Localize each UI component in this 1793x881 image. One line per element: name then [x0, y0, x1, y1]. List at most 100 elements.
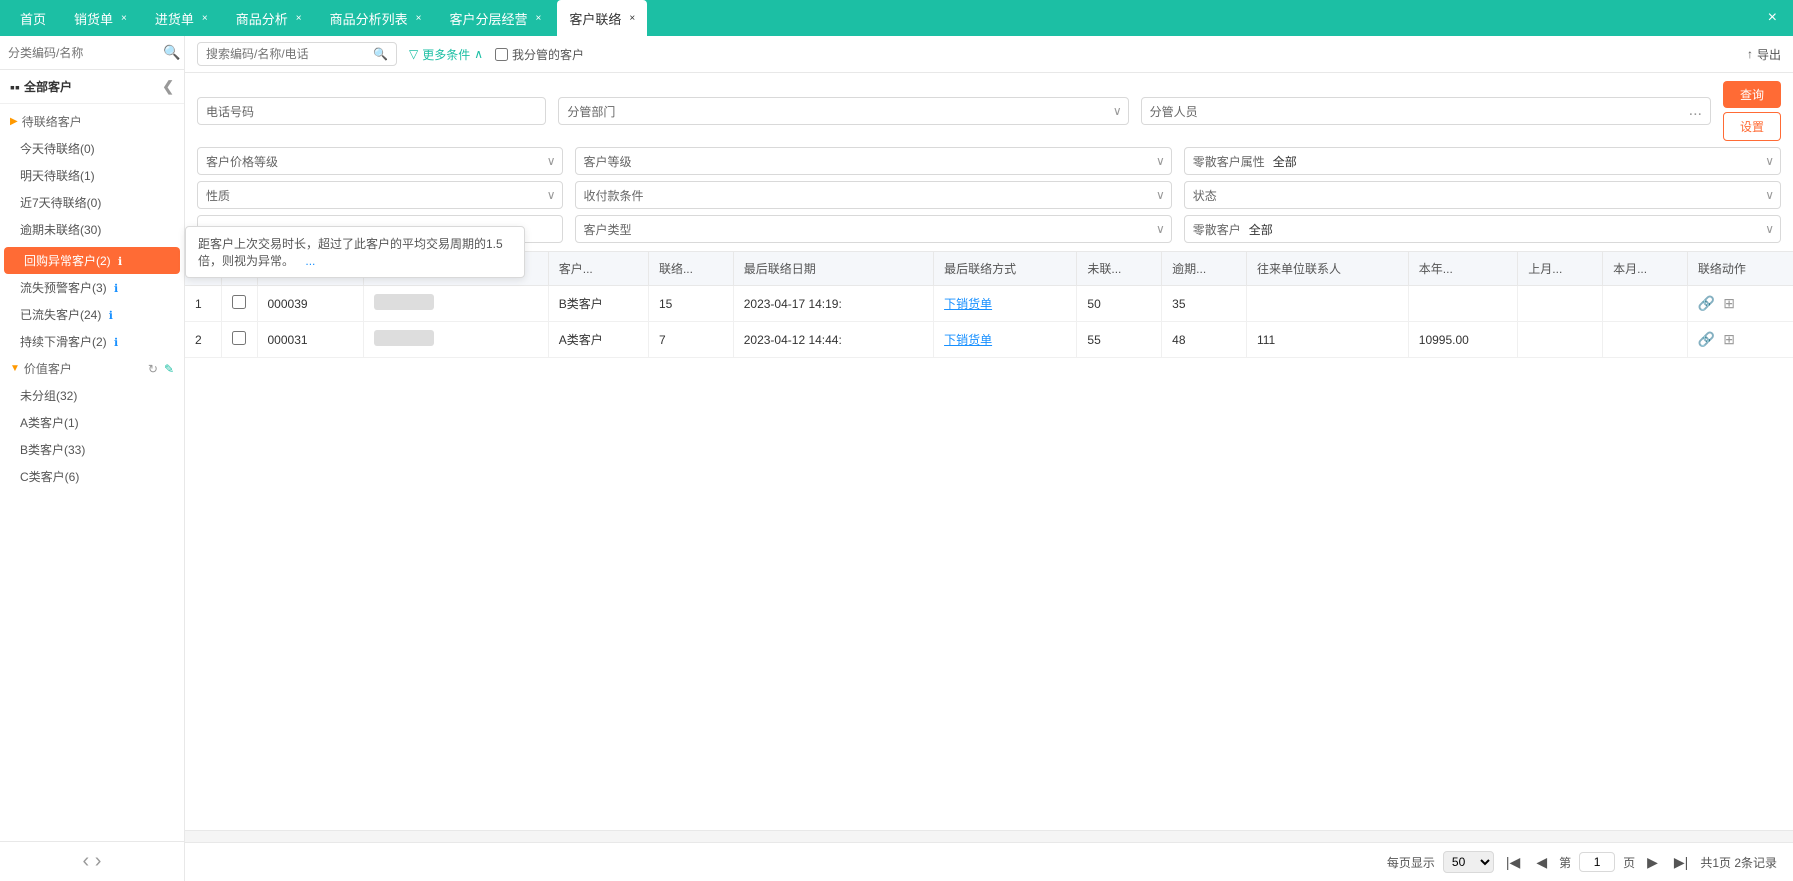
nav-tab-customer-tier[interactable]: 客户分层经营 × [437, 0, 553, 36]
nav-tab-customer-contact-label: 客户联络 [569, 9, 621, 28]
window-close-button[interactable]: × [1760, 5, 1785, 31]
dept-field[interactable]: 分管部门 ∨ [558, 97, 1128, 125]
nav-tab-home[interactable]: 首页 [8, 0, 58, 36]
next-page-btn[interactable]: ▶ [1643, 852, 1662, 873]
settings-button[interactable]: 设置 [1723, 112, 1781, 141]
sidebar-item-b-class[interactable]: B类客户(33) [0, 436, 184, 463]
row1-name-blurred [374, 294, 434, 310]
page-unit-label: 页 [1623, 854, 1635, 871]
filter-row-1: 电话号码 分管部门 ∨ 分管人员 ... 查询 设置 [197, 81, 1781, 141]
sidebar-item-unclassified[interactable]: 未分组(32) [0, 382, 184, 409]
retail-customer-chevron-icon: ∨ [1765, 222, 1774, 236]
nav-tab-customer-contact[interactable]: 客户联络 × [557, 0, 647, 36]
nav-tab-analysis-close[interactable]: × [296, 13, 302, 24]
today-contact-label: 今天待联络(0) [20, 142, 95, 156]
customer-type-label: 客户类型 [584, 221, 632, 238]
price-level-field[interactable]: 客户价格等级 ∨ [197, 147, 563, 175]
filter-actions: 查询 设置 [1723, 81, 1781, 141]
nav-tab-home-label: 首页 [20, 9, 46, 28]
payment-field[interactable]: 收付款条件 ∨ [575, 181, 1172, 209]
row1-this-month [1603, 286, 1688, 322]
prev-page-btn[interactable]: ◀ [1532, 852, 1551, 873]
nav-tab-customer-tier-close[interactable]: × [535, 13, 541, 24]
phone-field[interactable]: 电话号码 [197, 97, 546, 125]
sidebar-item-repurchase-abnormal[interactable]: 回购异常客户(2) ℹ [4, 247, 180, 274]
nav-tab-sales-close[interactable]: × [121, 13, 127, 24]
row1-customer-type: B类客户 [548, 286, 648, 322]
nav-tab-analysis-list[interactable]: 商品分析列表 × [318, 0, 434, 36]
pending-contact-group[interactable]: ▶ 待联络客户 [0, 108, 184, 135]
first-page-btn[interactable]: |◀ [1502, 852, 1524, 873]
export-button[interactable]: ↑ 导出 [1747, 46, 1781, 63]
search-input[interactable] [206, 47, 369, 61]
per-page-label: 每页显示 [1387, 854, 1435, 871]
edit-icon[interactable]: ✎ [164, 362, 174, 376]
content-area: 🔍 ▽ 更多条件 ∧ 我分管的客户 ↑ 导出 电话号码 [185, 36, 1793, 881]
manager-field[interactable]: 分管人员 ... [1141, 97, 1711, 125]
sidebar-bottom-arrow[interactable]: ‹ › [83, 850, 102, 873]
retail-customer-field[interactable]: 零散客户 全部 ∨ [1184, 215, 1781, 243]
dept-label: 分管部门 [567, 103, 615, 120]
page-size-select[interactable]: 50 100 200 [1443, 851, 1494, 873]
sidebar-item-c-class[interactable]: C类客户(6) [0, 463, 184, 490]
row2-select-checkbox[interactable] [232, 331, 246, 345]
row2-code: 000031 [257, 322, 363, 358]
nav-tab-analysis-list-close[interactable]: × [416, 13, 422, 24]
nav-tab-sales[interactable]: 销货单 × [62, 0, 139, 36]
customer-type-field[interactable]: 客户类型 ∨ [575, 215, 1172, 243]
customer-level-label: 客户等级 [584, 153, 632, 170]
table-area: ⚙ 客户编码 客户名称 客户... [185, 252, 1793, 830]
sidebar-item-lost-pre[interactable]: 流失预警客户(3) ℹ [0, 274, 184, 301]
row1-select-checkbox[interactable] [232, 295, 246, 309]
sidebar-collapse-btn[interactable]: ❮ [162, 78, 174, 95]
query-button[interactable]: 查询 [1723, 81, 1781, 108]
nav-tab-customer-contact-close[interactable]: × [629, 13, 635, 24]
nav-tab-sales-label: 销货单 [74, 9, 113, 28]
row2-overdue: 48 [1162, 322, 1247, 358]
manager-dots-btn[interactable]: ... [1689, 102, 1702, 120]
sidebar-item-7days[interactable]: 近7天待联络(0) [0, 189, 184, 216]
price-level-chevron-icon: ∨ [547, 154, 556, 168]
sidebar-item-continuous-down[interactable]: 持续下滑客户(2) ℹ [0, 328, 184, 355]
total-records-label: 共1页 2条记录 [1700, 854, 1777, 871]
my-customers-checkbox[interactable] [495, 48, 508, 61]
status-field[interactable]: 状态 ∨ [1184, 181, 1781, 209]
more-conditions-label: 更多条件 [422, 46, 470, 63]
nav-tab-purchase-close[interactable]: × [202, 13, 208, 24]
row2-action-link-icon[interactable]: 🔗 [1698, 331, 1715, 348]
payment-chevron-icon: ∨ [1156, 188, 1165, 202]
sidebar-item-tomorrow[interactable]: 明天待联络(1) [0, 162, 184, 189]
row1-action-grid-icon[interactable]: ⊞ [1723, 295, 1735, 312]
sidebar-search-icon: 🔍 [163, 44, 180, 61]
refresh-icon[interactable]: ↻ [148, 362, 158, 376]
nav-tab-customer-tier-label: 客户分层经营 [449, 9, 527, 28]
row2-action-icons: 🔗 ⊞ [1698, 331, 1783, 348]
row2-customer-type: A类客户 [548, 322, 648, 358]
sidebar-item-today[interactable]: 今天待联络(0) [0, 135, 184, 162]
customer-level-field[interactable]: 客户等级 ∨ [575, 147, 1172, 175]
row2-checkbox [221, 322, 257, 358]
retail-attr-label: 零散客户属性 [1193, 153, 1265, 170]
sidebar-search-input[interactable] [8, 46, 163, 60]
last-page-btn[interactable]: ▶| [1670, 852, 1692, 873]
horizontal-scrollbar[interactable] [185, 830, 1793, 842]
row2-contact-method-link[interactable]: 下销货单 [944, 333, 992, 347]
more-conditions-btn[interactable]: ▽ 更多条件 ∧ [409, 46, 483, 63]
price-level-label: 客户价格等级 [206, 153, 278, 170]
sidebar-item-lost[interactable]: 已流失客户(24) ℹ [0, 301, 184, 328]
retail-attr-field[interactable]: 零散客户属性 全部 ∨ [1184, 147, 1781, 175]
lost-label: 已流失客户(24) [20, 308, 101, 322]
sidebar-item-a-class[interactable]: A类客户(1) [0, 409, 184, 436]
retail-customer-label: 零散客户 [1193, 221, 1241, 238]
row1-action-link-icon[interactable]: 🔗 [1698, 295, 1715, 312]
sidebar-item-overdue[interactable]: 逾期未联络(30) [0, 216, 184, 243]
page-number-input[interactable] [1579, 852, 1615, 872]
row2-action-grid-icon[interactable]: ⊞ [1723, 331, 1735, 348]
filter-icon: ▽ [409, 47, 418, 61]
nav-tab-purchase[interactable]: 进货单 × [143, 0, 220, 36]
row2-name [363, 322, 548, 358]
nav-tab-analysis[interactable]: 商品分析 × [224, 0, 314, 36]
gender-field[interactable]: 性质 ∨ [197, 181, 563, 209]
value-customers-group[interactable]: ▼ 价值客户 ↻ ✎ [0, 355, 184, 382]
row1-contact-method-link[interactable]: 下销货单 [944, 297, 992, 311]
